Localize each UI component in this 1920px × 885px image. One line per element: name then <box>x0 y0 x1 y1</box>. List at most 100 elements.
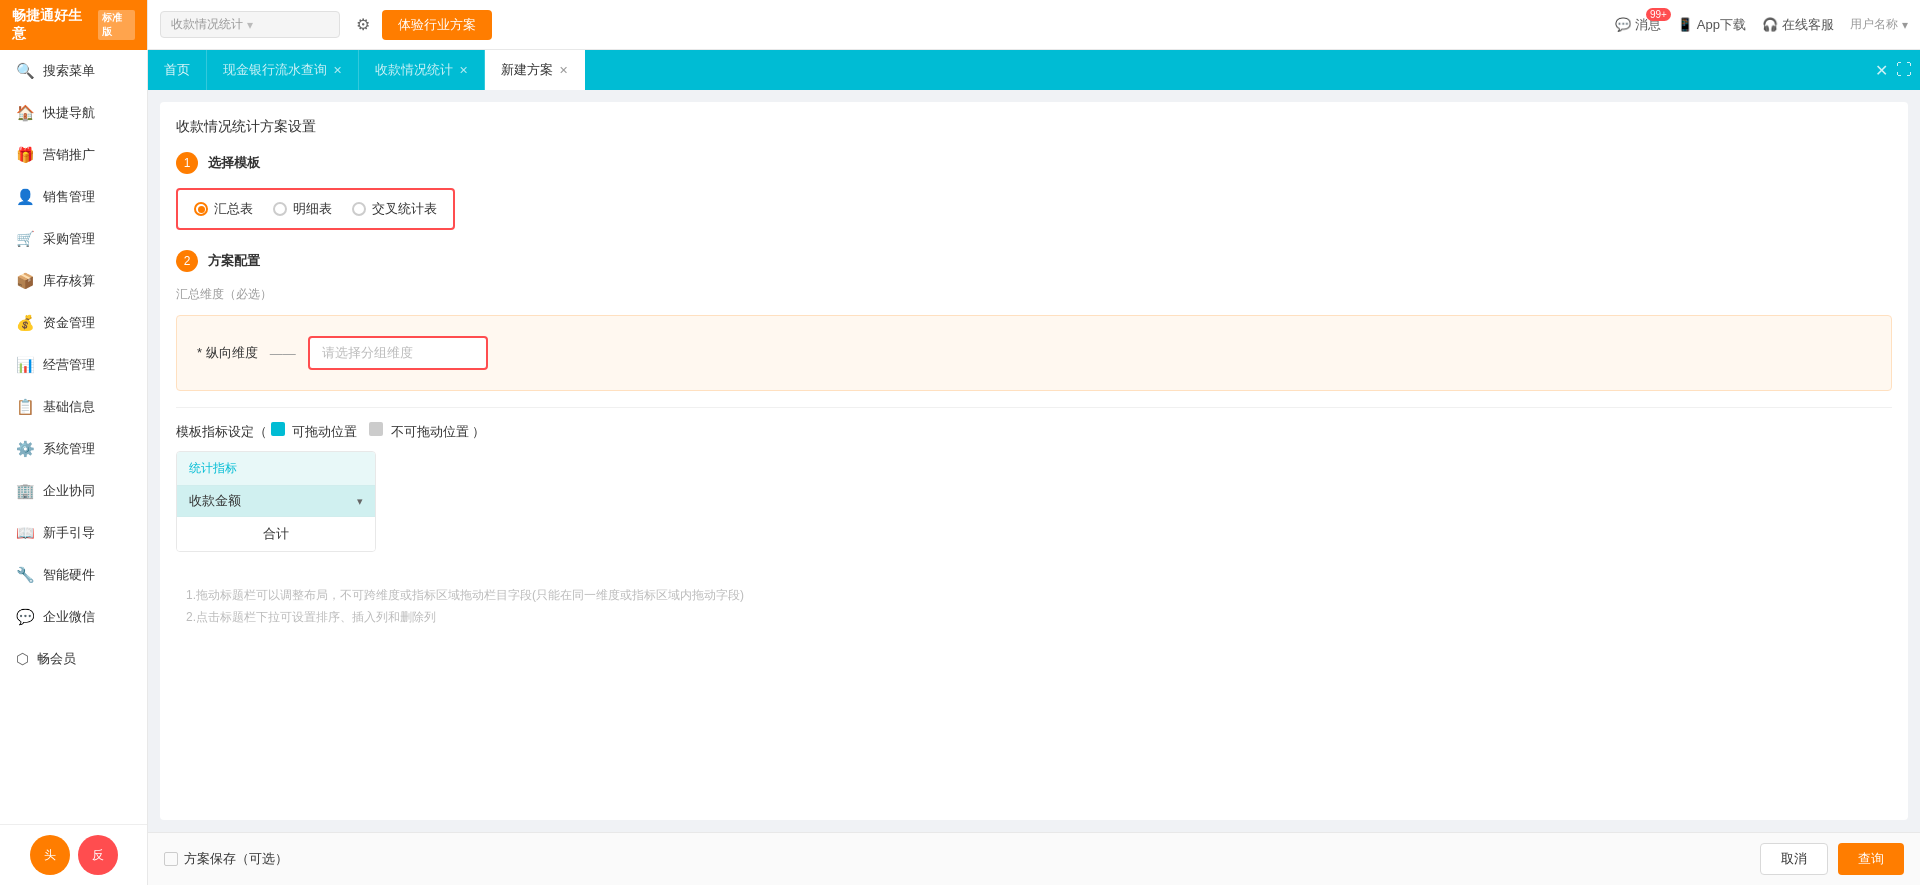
tab-home-label: 首页 <box>164 61 190 79</box>
tab-payment-stat-close-icon[interactable]: ✕ <box>459 64 468 77</box>
operations-icon: 📊 <box>16 356 35 374</box>
member-icon: ⬡ <box>16 650 29 668</box>
settings-icon[interactable]: ⚙ <box>356 15 370 34</box>
sidebar-item-label: 快捷导航 <box>43 104 95 122</box>
indicator-config-section: 模板指标设定（ 可拖动位置 不可拖动位置 ） 统计指标 <box>176 407 1892 555</box>
radio-detail-label: 明细表 <box>293 200 332 218</box>
cancel-button[interactable]: 取消 <box>1760 843 1828 875</box>
summary-dimension-text: 汇总维度（必选） <box>176 287 272 301</box>
template-option-detail[interactable]: 明细表 <box>273 200 332 218</box>
tab-new-plan-close-icon[interactable]: ✕ <box>559 64 568 77</box>
tab-bar-actions: ✕ ⛶ <box>1875 61 1920 80</box>
tab-bank-flow-close-icon[interactable]: ✕ <box>333 64 342 77</box>
col-header-label: 收款金额 <box>189 492 241 510</box>
online-service-button[interactable]: 🎧 在线客服 <box>1762 16 1834 34</box>
tip-text-2: 2.点击标题栏下拉可设置排序、插入列和删除列 <box>186 607 1882 629</box>
sidebar-item-member[interactable]: ⬡ 畅会员 <box>0 638 147 680</box>
sidebar-item-purchase[interactable]: 🛒 采购管理 <box>0 218 147 260</box>
sidebar-bottom: 头 反 <box>0 824 147 885</box>
user-avatar[interactable]: 用户名称 ▾ <box>1850 16 1908 33</box>
message-badge: 99+ <box>1646 8 1671 21</box>
page-title: 收款情况统计方案设置 <box>176 118 1892 136</box>
radio-cross-label: 交叉统计表 <box>372 200 437 218</box>
step1-title: 选择模板 <box>208 154 260 172</box>
sidebar-item-search-menu[interactable]: 🔍 搜索菜单 <box>0 50 147 92</box>
tip-text-1: 1.拖动标题栏可以调整布局，不可跨维度或指标区域拖动栏目字段(只能在同一维度或指… <box>186 585 1882 607</box>
sidebar-item-label: 营销推广 <box>43 146 95 164</box>
template-option-cross[interactable]: 交叉统计表 <box>352 200 437 218</box>
user-label: 用户名称 <box>1850 16 1898 33</box>
sidebar-item-quick-nav[interactable]: 🏠 快捷导航 <box>0 92 147 134</box>
tab-bank-flow-label: 现金银行流水查询 <box>223 61 327 79</box>
vertical-label: * 纵向维度 <box>197 344 258 362</box>
header-right: 💬 消息 99+ 📱 App下载 🎧 在线客服 用户名称 ▾ <box>1615 16 1908 34</box>
indicator-col-header[interactable]: 收款金额 ▾ <box>177 486 375 517</box>
app-download-label: App下载 <box>1697 16 1746 34</box>
sidebar-item-sales[interactable]: 👤 销售管理 <box>0 176 147 218</box>
indicator-row-total: 合计 <box>177 517 375 551</box>
dimension-placeholder: 请选择分组维度 <box>322 345 413 360</box>
not-draggable-badge <box>369 422 383 436</box>
tab-home[interactable]: 首页 <box>148 50 207 90</box>
sidebar-logo: 畅捷通好生意 标准版 <box>0 0 147 50</box>
col-dropdown-icon[interactable]: ▾ <box>357 495 363 508</box>
sidebar-item-smart-hardware[interactable]: 🔧 智能硬件 <box>0 554 147 596</box>
step2-title: 方案配置 <box>208 252 260 270</box>
sidebar-item-operations[interactable]: 📊 经营管理 <box>0 344 147 386</box>
summary-dimension-label: 汇总维度（必选） <box>176 286 1892 303</box>
sidebar-item-enterprise-coop[interactable]: 🏢 企业协同 <box>0 470 147 512</box>
sidebar-item-beginner-guide[interactable]: 📖 新手引导 <box>0 512 147 554</box>
sidebar-item-label: 新手引导 <box>43 524 95 542</box>
step2-number: 2 <box>176 250 198 272</box>
smart-hardware-icon: 🔧 <box>16 566 35 584</box>
footer-bar: 方案保存（可选） 取消 查询 <box>148 832 1920 885</box>
sidebar-item-label: 系统管理 <box>43 440 95 458</box>
sidebar-item-enterprise-wechat[interactable]: 💬 企业微信 <box>0 596 147 638</box>
enterprise-wechat-icon: 💬 <box>16 608 35 626</box>
marketing-icon: 🎁 <box>16 146 35 164</box>
sidebar-item-funds[interactable]: 💰 资金管理 <box>0 302 147 344</box>
sidebar-item-sys-manage[interactable]: ⚙️ 系统管理 <box>0 428 147 470</box>
sidebar-item-inventory[interactable]: 📦 库存核算 <box>0 260 147 302</box>
sys-manage-icon: ⚙️ <box>16 440 35 458</box>
app-download-button[interactable]: 📱 App下载 <box>1677 16 1746 34</box>
service-icon: 🎧 <box>1762 17 1778 32</box>
sidebar-bottom-btn1[interactable]: 头 <box>30 835 70 875</box>
search-menu-icon: 🔍 <box>16 62 35 80</box>
sidebar-item-label: 智能硬件 <box>43 566 95 584</box>
edition-badge: 标准版 <box>98 10 135 40</box>
sidebar-item-basic-info[interactable]: 📋 基础信息 <box>0 386 147 428</box>
tips-section: 1.拖动标题栏可以调整布局，不可跨维度或指标区域拖动栏目字段(只能在同一维度或指… <box>176 575 1892 638</box>
footer-actions: 取消 查询 <box>1760 843 1904 875</box>
quick-nav-icon: 🏠 <box>16 104 35 122</box>
page-container: 收款情况统计方案设置 1 选择模板 汇总表 明细表 <box>160 102 1908 820</box>
tab-new-plan[interactable]: 新建方案 ✕ <box>485 50 585 90</box>
sidebar-bottom-btn2[interactable]: 反 <box>78 835 118 875</box>
indicator-config-text: 模板指标设定（ 可拖动位置 不可拖动位置 ） <box>176 422 485 441</box>
save-checkbox[interactable] <box>164 852 178 866</box>
industry-button[interactable]: 体验行业方案 <box>382 10 492 40</box>
tab-bank-flow[interactable]: 现金银行流水查询 ✕ <box>207 50 359 90</box>
message-button[interactable]: 💬 消息 99+ <box>1615 16 1661 34</box>
tab-payment-stat[interactable]: 收款情况统计 ✕ <box>359 50 485 90</box>
indicator-table: 统计指标 收款金额 ▾ 合计 <box>176 451 376 552</box>
top-header: 收款情况统计 ▾ ⚙ 体验行业方案 💬 消息 99+ 📱 App下载 🎧 在线客… <box>148 0 1920 50</box>
dimension-select[interactable]: 请选择分组维度 <box>308 336 488 370</box>
template-option-summary[interactable]: 汇总表 <box>194 200 253 218</box>
sidebar-item-marketing[interactable]: 🎁 营销推广 <box>0 134 147 176</box>
tab-close-all-icon[interactable]: ✕ <box>1875 61 1888 80</box>
vertical-dimension-row: * 纵向维度 —— 请选择分组维度 <box>197 336 1871 370</box>
step1-header: 1 选择模板 <box>176 152 1892 174</box>
tab-bar: 首页 现金银行流水查询 ✕ 收款情况统计 ✕ 新建方案 ✕ ✕ ⛶ <box>148 50 1920 90</box>
sidebar-item-label: 畅会员 <box>37 650 76 668</box>
save-label: 方案保存（可选） <box>184 850 288 868</box>
step1-section: 1 选择模板 汇总表 明细表 交叉统计表 <box>176 152 1892 230</box>
download-icon: 📱 <box>1677 17 1693 32</box>
tab-maximize-icon[interactable]: ⛶ <box>1896 61 1912 79</box>
funds-icon: 💰 <box>16 314 35 332</box>
breadcrumb: 收款情况统计 ▾ <box>160 11 340 38</box>
query-button[interactable]: 查询 <box>1838 843 1904 875</box>
online-service-label: 在线客服 <box>1782 16 1834 34</box>
sidebar-item-label: 资金管理 <box>43 314 95 332</box>
message-icon: 💬 <box>1615 17 1631 32</box>
